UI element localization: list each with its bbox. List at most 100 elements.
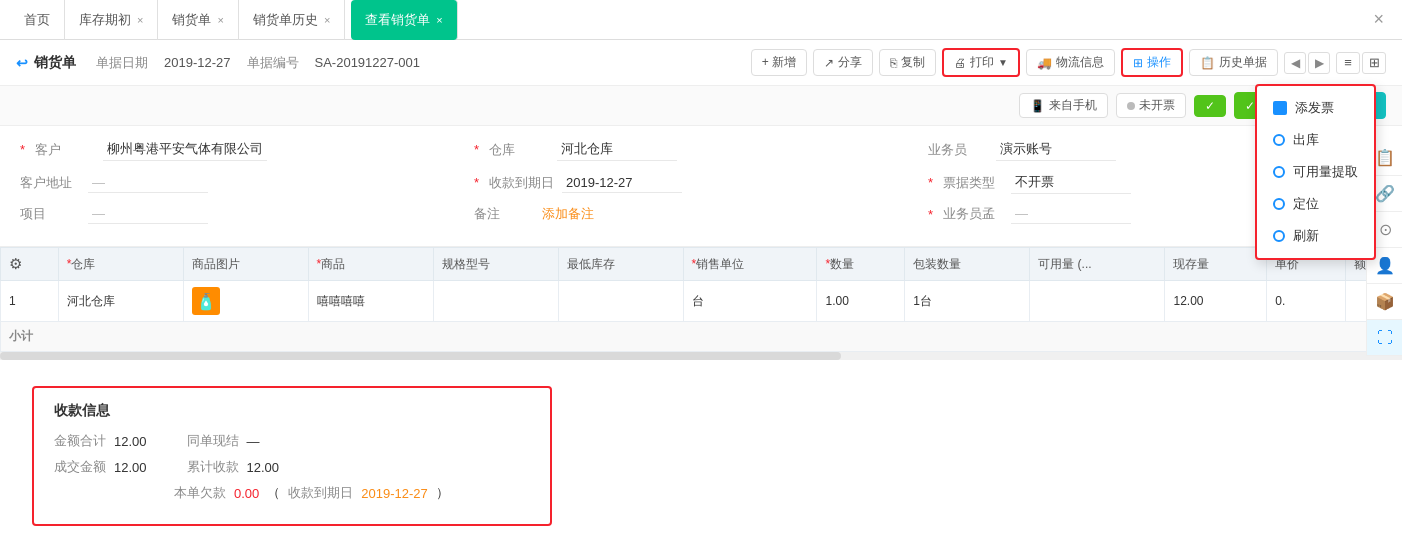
add-invoice-item[interactable]: 添发票 bbox=[1257, 92, 1374, 124]
operate-button[interactable]: ⊞ 操作 bbox=[1121, 48, 1183, 77]
tab-view-sales[interactable]: 查看销货单 × bbox=[351, 0, 457, 40]
subtotal-label: 小计 bbox=[1, 322, 1402, 352]
share-label: 分享 bbox=[838, 54, 862, 71]
deal-amount-item: 成交金额 12.00 bbox=[54, 458, 147, 476]
salesperson-value[interactable]: — bbox=[1011, 204, 1131, 224]
amount-total-item: 金额合计 12.00 bbox=[54, 432, 147, 450]
tab-sales[interactable]: 销货单 × bbox=[158, 0, 238, 40]
customer-field: * 客户 柳州粤港平安气体有限公司 bbox=[20, 138, 474, 161]
remark-field: 备注 添加备注 bbox=[474, 205, 928, 223]
logistics-icon: 🚚 bbox=[1037, 56, 1052, 70]
row-quantity: 1.00 bbox=[817, 281, 905, 322]
not-open-button[interactable]: 未开票 bbox=[1116, 93, 1186, 118]
customer-value[interactable]: 柳州粤港平安气体有限公司 bbox=[103, 138, 267, 161]
add-remark-button[interactable]: 添加备注 bbox=[542, 205, 594, 223]
payment-row-3: 本单欠款 0.00 （ 收款到期日 2019-12-27 ） bbox=[54, 484, 530, 502]
location-label: 定位 bbox=[1293, 195, 1319, 213]
grid-view-button[interactable]: ⊞ bbox=[1362, 52, 1386, 74]
transaction-value: — bbox=[247, 434, 260, 449]
not-open-label: 未开票 bbox=[1139, 97, 1175, 114]
tab-sales-history-close[interactable]: × bbox=[324, 14, 330, 26]
customer-required: * bbox=[20, 142, 25, 157]
warehouse-field: * 仓库 河北仓库 bbox=[474, 138, 928, 161]
col-available: 可用量 (... bbox=[1030, 248, 1165, 281]
doc-title: ↩ 销货单 bbox=[16, 54, 76, 72]
row-unit-price: 0. bbox=[1267, 281, 1346, 322]
add-invoice-icon bbox=[1273, 101, 1287, 115]
location-icon bbox=[1273, 198, 1285, 210]
col-sales-unit: *销售单位 bbox=[683, 248, 817, 281]
check-button[interactable]: ✓ bbox=[1194, 95, 1226, 117]
available-qty-item[interactable]: 可用量提取 bbox=[1257, 156, 1374, 188]
row-spec bbox=[433, 281, 558, 322]
refresh-label: 刷新 bbox=[1293, 227, 1319, 245]
payment-date-value[interactable]: 2019-12-27 bbox=[562, 173, 682, 193]
nav-arrows: ◀ ▶ bbox=[1284, 52, 1330, 74]
tab-sales-history[interactable]: 销货单历史 × bbox=[239, 0, 345, 40]
row-image: 🧴 bbox=[183, 281, 308, 322]
row-min-stock bbox=[558, 281, 683, 322]
table-row: 1 河北仓库 🧴 嘻嘻嘻嘻 台 1.00 1台 bbox=[1, 281, 1402, 322]
share-button[interactable]: ↗ 分享 bbox=[813, 49, 873, 76]
row-available bbox=[1030, 281, 1165, 322]
transaction-label: 同单现结 bbox=[187, 432, 239, 450]
deal-amount-label: 成交金额 bbox=[54, 458, 106, 476]
project-value[interactable]: — bbox=[88, 204, 208, 224]
from-phone-label: 来自手机 bbox=[1049, 97, 1097, 114]
tab-inventory-label: 库存期初 bbox=[79, 11, 131, 29]
tab-inventory-close[interactable]: × bbox=[137, 14, 143, 26]
location-item[interactable]: 定位 bbox=[1257, 188, 1374, 220]
refresh-item[interactable]: 刷新 bbox=[1257, 220, 1374, 252]
list-view-button[interactable]: ≡ bbox=[1336, 52, 1360, 74]
col-current-qty: 现存量 bbox=[1165, 248, 1267, 281]
doc-header: ↩ 销货单 单据日期 2019-12-27 单据编号 SA-20191227-0… bbox=[0, 40, 1402, 86]
history-button[interactable]: 📋 历史单据 bbox=[1189, 49, 1278, 76]
doc-type-icon: ↩ bbox=[16, 55, 28, 71]
payment-title: 收款信息 bbox=[54, 402, 530, 420]
logistics-button[interactable]: 🚚 物流信息 bbox=[1026, 49, 1115, 76]
form-row-2: 客户地址 — * 收款到期日 2019-12-27 * 票据类型 不开票 bbox=[20, 171, 1382, 194]
horizontal-scrollbar[interactable] bbox=[0, 352, 1402, 360]
balance-item: 本单欠款 0.00 （ 收款到期日 2019-12-27 ） bbox=[174, 484, 449, 502]
date-value: 2019-12-27 bbox=[164, 55, 231, 70]
out-stock-label: 出库 bbox=[1293, 131, 1319, 149]
tab-bar: 首页 库存期初 × 销货单 × 销货单历史 × 查看销货单 × × bbox=[0, 0, 1402, 40]
tab-view-sales-close[interactable]: × bbox=[436, 14, 442, 26]
address-label: 客户地址 bbox=[20, 174, 80, 192]
right-panel-btn-6[interactable]: ⛶ bbox=[1367, 320, 1402, 356]
date-label: 单据日期 bbox=[96, 54, 148, 72]
toolbar-row: 📱 来自手机 未开票 ✓ ✓ 已核销 ✓ 已生效 bbox=[0, 86, 1402, 126]
out-stock-item[interactable]: 出库 bbox=[1257, 124, 1374, 156]
phone-icon: 📱 bbox=[1030, 99, 1045, 113]
doc-type-label: 销货单 bbox=[34, 54, 76, 72]
window-close-button[interactable]: × bbox=[1365, 9, 1392, 30]
from-phone-button[interactable]: 📱 来自手机 bbox=[1019, 93, 1108, 118]
print-button[interactable]: 🖨 打印 ▼ bbox=[942, 48, 1020, 77]
settings-icon: ⚙ bbox=[9, 255, 22, 272]
right-panel-btn-5[interactable]: 📦 bbox=[1367, 284, 1402, 320]
tab-inventory[interactable]: 库存期初 × bbox=[65, 0, 158, 40]
tab-home-label: 首页 bbox=[24, 11, 50, 29]
salesperson-label: 业务员孟 bbox=[943, 205, 1003, 223]
cumulative-label: 累计收款 bbox=[187, 458, 239, 476]
doc-meta: 单据日期 2019-12-27 单据编号 SA-20191227-001 bbox=[96, 54, 420, 72]
prev-button[interactable]: ◀ bbox=[1284, 52, 1306, 74]
copy-button[interactable]: ⎘ 复制 bbox=[879, 49, 936, 76]
amount-total-label: 金额合计 bbox=[54, 432, 106, 450]
new-button[interactable]: + 新增 bbox=[751, 49, 807, 76]
doc-actions: + 新增 ↗ 分享 ⎘ 复制 🖨 打印 ▼ 🚚 物流信息 ⊞ 操作 bbox=[751, 48, 1386, 77]
col-spec: 规格型号 bbox=[433, 248, 558, 281]
operate-label: 操作 bbox=[1147, 54, 1171, 71]
next-button[interactable]: ▶ bbox=[1308, 52, 1330, 74]
tab-home[interactable]: 首页 bbox=[10, 0, 65, 40]
address-value[interactable]: — bbox=[88, 173, 208, 193]
subtotal-row: 小计 bbox=[1, 322, 1402, 352]
col-gear[interactable]: ⚙ bbox=[1, 248, 59, 281]
add-invoice-label: 添发票 bbox=[1295, 99, 1334, 117]
ticket-label: 票据类型 bbox=[943, 174, 1003, 192]
tab-sales-close[interactable]: × bbox=[217, 14, 223, 26]
warehouse-value[interactable]: 河北仓库 bbox=[557, 138, 677, 161]
number-label: 单据编号 bbox=[247, 54, 299, 72]
ticket-value[interactable]: 不开票 bbox=[1011, 171, 1131, 194]
product-image: 🧴 bbox=[192, 287, 220, 315]
